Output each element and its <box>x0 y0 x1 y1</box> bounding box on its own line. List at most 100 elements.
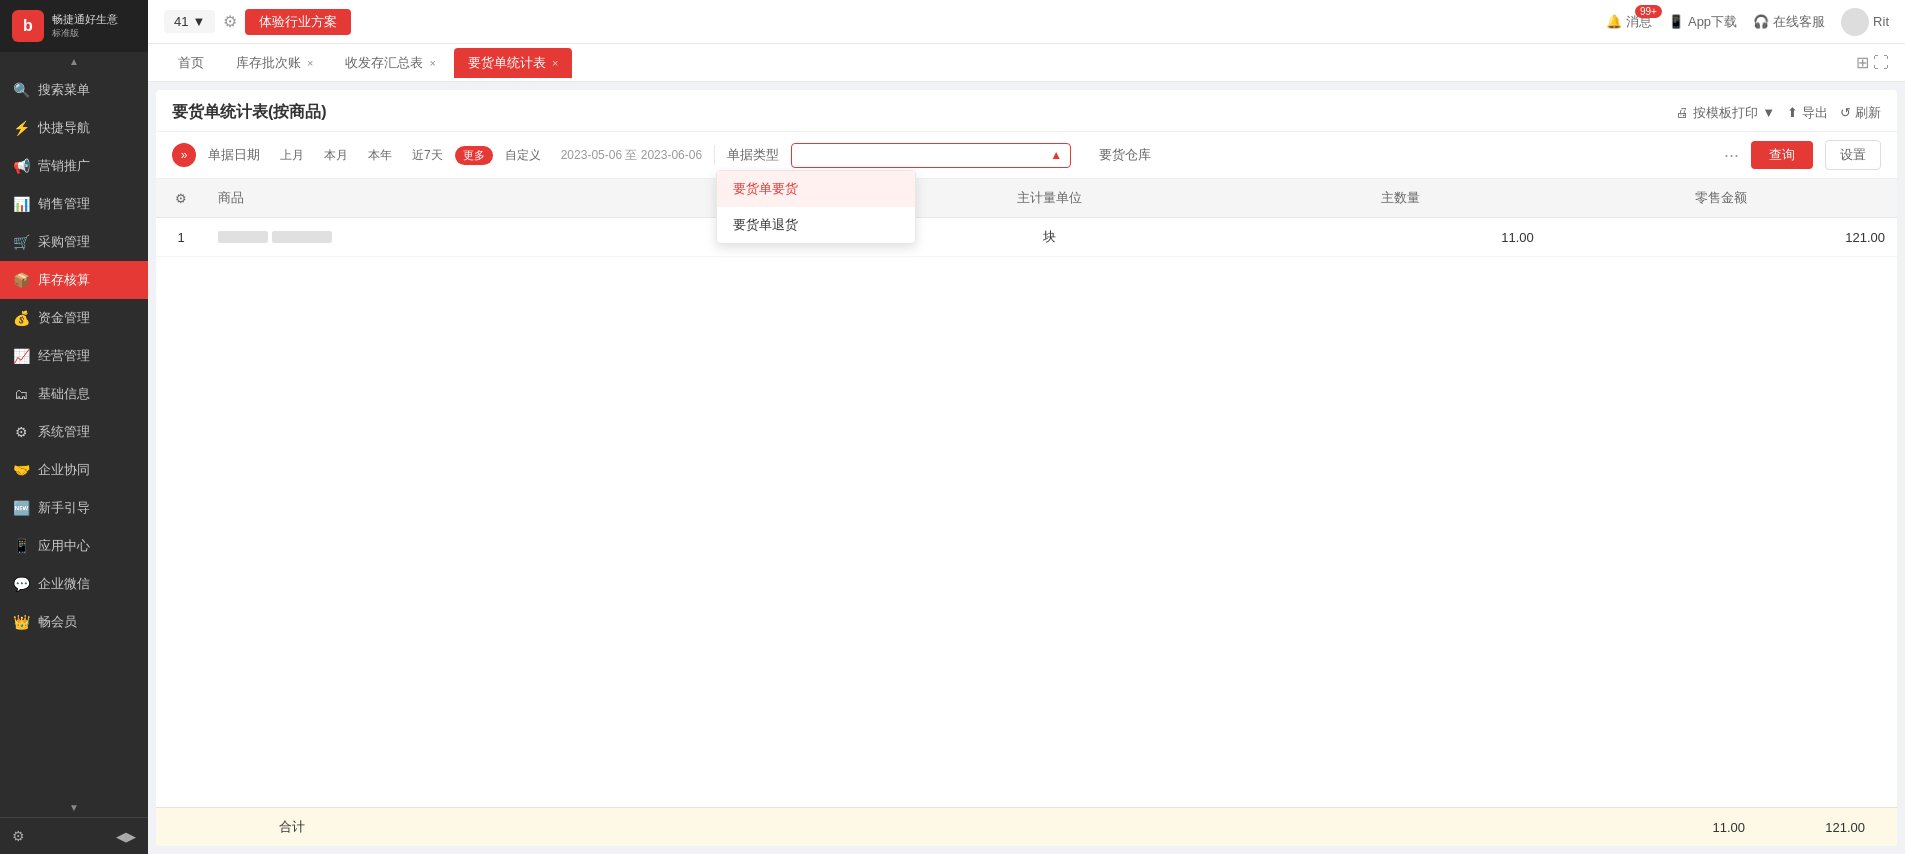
tab-batch-close[interactable]: × <box>307 57 313 69</box>
app-name: 畅捷通好生意 <box>52 12 118 26</box>
tabs-expand-icon[interactable]: ⊞ <box>1856 53 1869 72</box>
sidebar-item-guide[interactable]: 🆕 新手引导 <box>0 489 148 527</box>
sidebar-label-member: 畅会员 <box>38 613 77 631</box>
date-range: 2023-05-06 至 2023-06-06 <box>561 147 702 164</box>
sidebar-item-finance[interactable]: 💰 资金管理 <box>0 299 148 337</box>
row-index: 1 <box>156 218 206 257</box>
content-area: 要货单统计表(按商品) 🖨 按模板打印 ▼ ⬆ 导出 ↺ 刷新 » <box>156 90 1897 846</box>
page-title: 要货单统计表(按商品) <box>172 102 327 123</box>
operations-icon: 📈 <box>12 347 30 365</box>
sidebar-item-member[interactable]: 👑 畅会员 <box>0 603 148 641</box>
notifications-btn[interactable]: 🔔 消息 99+ <box>1606 13 1652 31</box>
user-avatar-btn[interactable]: Rit <box>1841 8 1889 36</box>
collab-icon: 🤝 <box>12 461 30 479</box>
tab-home[interactable]: 首页 <box>164 48 218 78</box>
date-custom[interactable]: 自定义 <box>497 145 549 166</box>
col-qty: 主数量 <box>1255 179 1546 218</box>
online-service-btn[interactable]: 🎧 在线客服 <box>1753 13 1825 31</box>
tab-home-label: 首页 <box>178 54 204 72</box>
refresh-btn[interactable]: ↺ 刷新 <box>1840 104 1881 122</box>
warehouse-more-icon[interactable]: ··· <box>1724 145 1739 166</box>
footer-label: 合计 <box>172 818 412 836</box>
tab-summary-close[interactable]: × <box>429 57 435 69</box>
sidebar-bottom: ⚙ ◀▶ <box>0 817 148 854</box>
main-area: 41 ▼ ⚙ 体验行业方案 🔔 消息 99+ 📱 App下载 🎧 在线客服 <box>148 0 1905 854</box>
sidebar-item-collab[interactable]: 🤝 企业协同 <box>0 451 148 489</box>
scroll-down-btn[interactable]: ▼ <box>0 798 148 817</box>
dropdown-item-order[interactable]: 要货单要货 <box>717 171 915 207</box>
sidebar-item-inventory[interactable]: 📦 库存核算 <box>0 261 148 299</box>
filter-divider <box>714 145 715 165</box>
sidebar-label-apps: 应用中心 <box>38 537 90 555</box>
store-selector[interactable]: 41 ▼ <box>164 10 215 33</box>
tab-order-stats[interactable]: 要货单统计表 × <box>454 48 572 78</box>
topbar-right: 🔔 消息 99+ 📱 App下载 🎧 在线客服 Rit <box>1606 8 1889 36</box>
sidebar-item-shortcuts[interactable]: ⚡ 快捷导航 <box>0 109 148 147</box>
query-button[interactable]: 查询 <box>1751 141 1813 169</box>
scroll-up-btn[interactable]: ▲ <box>0 52 148 71</box>
tab-batch-label: 库存批次账 <box>236 54 301 72</box>
promo-button[interactable]: 体验行业方案 <box>245 9 351 35</box>
export-icon: ⬆ <box>1787 105 1798 120</box>
sidebar-label-inventory: 库存核算 <box>38 271 90 289</box>
expand-filter-btn[interactable]: » <box>172 143 196 167</box>
type-dropdown: 要货单要货 要货单退货 <box>716 170 916 244</box>
sidebar-item-purchase[interactable]: 🛒 采购管理 <box>0 223 148 261</box>
sidebar-label-collab: 企业协同 <box>38 461 90 479</box>
sidebar-item-wechat[interactable]: 💬 企业微信 <box>0 565 148 603</box>
tab-order-stats-close[interactable]: × <box>552 57 558 69</box>
footer-qty: 11.00 <box>1641 820 1761 835</box>
sidebar-label-search: 搜索菜单 <box>38 81 90 99</box>
tabs-fullscreen-icon[interactable]: ⛶ <box>1873 54 1889 72</box>
sales-icon: 📊 <box>12 195 30 213</box>
type-select-arrow-up[interactable]: ▲ <box>1050 148 1062 162</box>
topbar-gear-icon[interactable]: ⚙ <box>223 12 237 31</box>
tab-order-stats-label: 要货单统计表 <box>468 54 546 72</box>
export-btn[interactable]: ⬆ 导出 <box>1787 104 1828 122</box>
finance-icon: 💰 <box>12 309 30 327</box>
sidebar-item-marketing[interactable]: 📢 营销推广 <box>0 147 148 185</box>
user-name: Rit <box>1873 14 1889 29</box>
warehouse-box: ··· <box>1163 145 1739 166</box>
date-this-month[interactable]: 本月 <box>316 145 356 166</box>
sidebar-item-operations[interactable]: 📈 经营管理 <box>0 337 148 375</box>
type-input[interactable] <box>800 148 1046 163</box>
online-service-label: 在线客服 <box>1773 13 1825 31</box>
row-qty: 11.00 <box>1255 218 1546 257</box>
tab-batch[interactable]: 库存批次账 × <box>222 48 327 78</box>
date-7days[interactable]: 近7天 <box>404 145 451 166</box>
sidebar-label-purchase: 采购管理 <box>38 233 90 251</box>
sidebar-item-sales[interactable]: 📊 销售管理 <box>0 185 148 223</box>
col-settings[interactable]: ⚙ <box>156 179 206 218</box>
shortcuts-icon: ⚡ <box>12 119 30 137</box>
topbar: 41 ▼ ⚙ 体验行业方案 🔔 消息 99+ 📱 App下载 🎧 在线客服 <box>148 0 1905 44</box>
warehouse-label: 要货仓库 <box>1099 146 1151 164</box>
collapse-button[interactable]: ◀▶ <box>116 829 136 844</box>
date-more[interactable]: 更多 <box>455 146 493 165</box>
sidebar-item-basics[interactable]: 🗂 基础信息 <box>0 375 148 413</box>
app-download-btn[interactable]: 📱 App下载 <box>1668 13 1737 31</box>
sidebar-nav: 🔍 搜索菜单 ⚡ 快捷导航 📢 营销推广 📊 销售管理 🛒 采购管理 📦 库存核… <box>0 71 148 798</box>
date-this-year[interactable]: 本年 <box>360 145 400 166</box>
type-select-box[interactable]: ▲ <box>791 143 1071 168</box>
table-row: 1 块 11.00 121.00 <box>156 218 1897 257</box>
table-footer: 合计 11.00 121.00 <box>156 807 1897 846</box>
sidebar-item-search[interactable]: 🔍 搜索菜单 <box>0 71 148 109</box>
tab-summary-label: 收发存汇总表 <box>345 54 423 72</box>
tab-summary[interactable]: 收发存汇总表 × <box>331 48 449 78</box>
tabs-bar: 首页 库存批次账 × 收发存汇总表 × 要货单统计表 × ⊞ ⛶ <box>148 44 1905 82</box>
data-table: ⚙ 商品 主计量单位 主数量 零售金额 <box>156 179 1897 257</box>
set-button[interactable]: 设置 <box>1825 140 1881 170</box>
search-icon: 🔍 <box>12 81 30 99</box>
print-dropdown-icon: ▼ <box>1762 105 1775 120</box>
settings-bottom-icon[interactable]: ⚙ <box>12 828 25 844</box>
dropdown-item-return[interactable]: 要货单退货 <box>717 207 915 243</box>
date-prev-month[interactable]: 上月 <box>272 145 312 166</box>
store-num: 41 <box>174 14 188 29</box>
sidebar-label-finance: 资金管理 <box>38 309 90 327</box>
sidebar-item-system[interactable]: ⚙ 系统管理 <box>0 413 148 451</box>
topbar-left: 41 ▼ ⚙ 体验行业方案 <box>164 9 1594 35</box>
print-btn[interactable]: 🖨 按模板打印 ▼ <box>1676 104 1775 122</box>
sidebar-item-apps[interactable]: 📱 应用中心 <box>0 527 148 565</box>
sidebar-label-guide: 新手引导 <box>38 499 90 517</box>
